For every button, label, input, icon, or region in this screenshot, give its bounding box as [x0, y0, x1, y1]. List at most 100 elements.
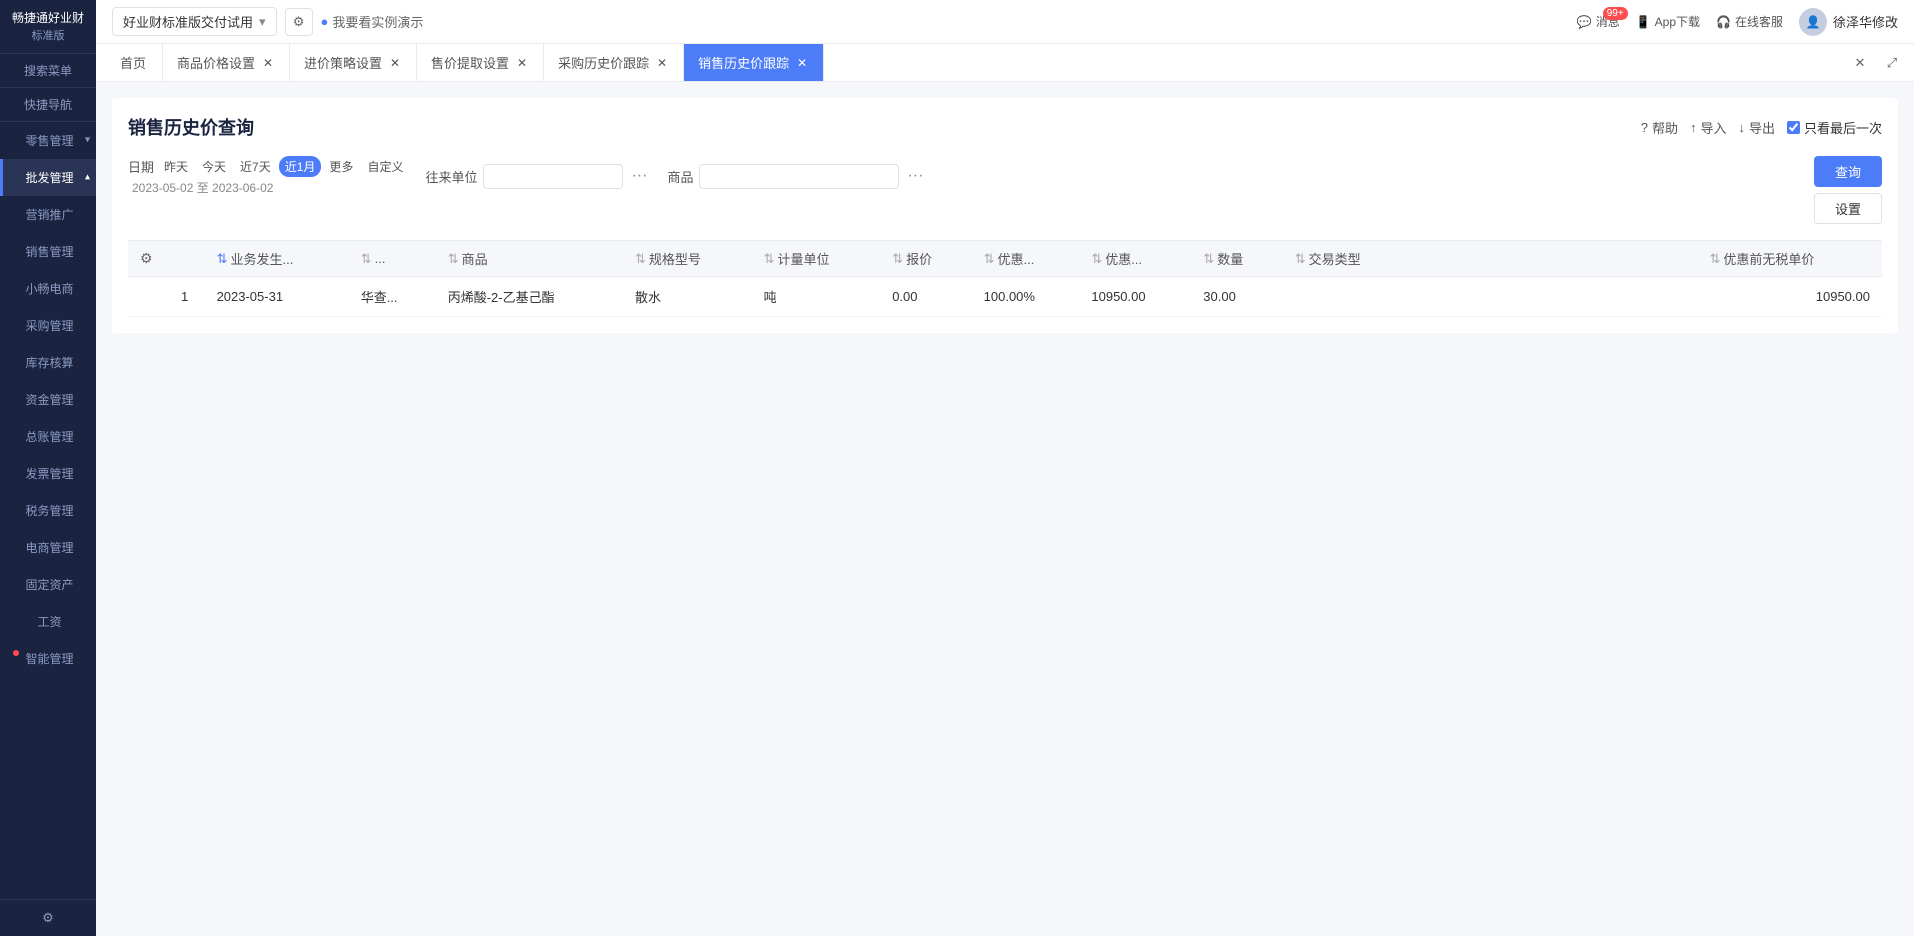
sidebar-item-purchase-label: 采购管理: [25, 317, 73, 334]
sidebar-item-retail[interactable]: 零售管理 ▾: [0, 122, 96, 159]
workspace-selector[interactable]: 好业财标准版交付试用 ▾: [112, 7, 277, 36]
sidebar-item-marketing[interactable]: 营销推广: [0, 196, 96, 233]
demo-link[interactable]: ● 我要看实例演示: [321, 12, 424, 31]
tab-product-price-label: 商品价格设置: [177, 53, 255, 72]
th-unit[interactable]: ⇅ 计量单位: [752, 241, 881, 277]
th-spec-sort: ⇅ 规格型号: [635, 249, 701, 268]
tab-home[interactable]: 首页: [104, 44, 163, 82]
date-btn-7days[interactable]: 近7天: [234, 156, 277, 177]
message-badge: 99+: [1603, 7, 1628, 20]
th-more-col-sort: ⇅ ...: [361, 251, 386, 267]
only-last-checkbox-wrap[interactable]: 只看最后一次: [1787, 118, 1882, 137]
tab-sale-history[interactable]: 销售历史价跟踪 ✕: [684, 44, 824, 82]
sort-icon: ⇅: [1203, 251, 1214, 267]
date-filter-top: 日期 昨天 今天 近7天 近1月 更多 自定义: [128, 156, 409, 177]
sidebar-item-wholesale[interactable]: 批发管理 ▴: [0, 159, 96, 196]
date-filter-label: 日期: [128, 157, 154, 176]
sidebar-item-invoice[interactable]: 发票管理: [0, 455, 96, 492]
date-btn-1month[interactable]: 近1月: [279, 156, 322, 177]
headset-icon: 🎧: [1716, 15, 1731, 29]
from-unit-more-button[interactable]: ···: [627, 165, 651, 187]
close-icon[interactable]: ✕: [261, 56, 275, 70]
chevron-up-icon: ▴: [85, 172, 90, 183]
th-biz-date[interactable]: ⇅ 业务发生...: [205, 241, 349, 277]
th-spec[interactable]: ⇅ 规格型号: [623, 241, 752, 277]
sidebar-item-fixed[interactable]: 固定资产: [0, 566, 96, 603]
th-settings[interactable]: ⚙: [128, 241, 165, 277]
sidebar-item-inventory-label: 库存核算: [25, 354, 73, 371]
sidebar-menu: 零售管理 ▾ 批发管理 ▴ 营销推广 销售管理 小畅电商 采购管理 库存核算 资…: [0, 122, 96, 899]
page-title: 销售历史价查询: [128, 114, 254, 140]
th-product[interactable]: ⇅ 商品: [436, 241, 623, 277]
from-unit-filter: 往来单位 ···: [425, 164, 651, 189]
th-qty[interactable]: ⇅ 数量: [1191, 241, 1282, 277]
only-last-label: 只看最后一次: [1804, 118, 1882, 137]
sidebar-item-ecommerce[interactable]: 电商管理: [0, 529, 96, 566]
th-discount-rate[interactable]: ⇅ 优惠...: [972, 241, 1080, 277]
from-unit-input[interactable]: [483, 164, 623, 189]
app-download-button[interactable]: 📱 App下载: [1636, 13, 1700, 30]
only-last-checkbox[interactable]: [1787, 121, 1800, 134]
top-header: 好业财标准版交付试用 ▾ ⚙ ● 我要看实例演示 💬 消息 99+ 📱 App下…: [96, 0, 1914, 44]
close-icon[interactable]: ✕: [388, 56, 402, 70]
product-more-button[interactable]: ···: [903, 165, 927, 187]
date-btn-more[interactable]: 更多: [323, 156, 359, 177]
app-download-label: App下载: [1655, 13, 1700, 30]
product-input[interactable]: [699, 164, 899, 189]
gear-icon: ⚙: [42, 910, 54, 925]
help-link[interactable]: ? 帮助: [1641, 118, 1678, 137]
th-trade-type[interactable]: ⇅ 交易类型: [1283, 241, 1412, 277]
td-biz-date: 2023-05-31: [205, 277, 349, 317]
tab-purchase-history[interactable]: 采购历史价跟踪 ✕: [544, 44, 684, 82]
sidebar-item-purchase[interactable]: 采购管理: [0, 307, 96, 344]
sidebar-item-smart[interactable]: 智能管理: [0, 640, 96, 677]
product-filter-label: 商品: [667, 167, 693, 186]
sidebar-settings[interactable]: ⚙: [0, 899, 96, 936]
tab-purchase-history-label: 采购历史价跟踪: [558, 53, 649, 72]
th-discount-price[interactable]: ⇅ 优惠...: [1079, 241, 1191, 277]
sidebar-item-tax[interactable]: 税务管理: [0, 492, 96, 529]
th-more-col[interactable]: ⇅ ...: [349, 241, 436, 277]
expand-tab-button[interactable]: ⤢: [1878, 49, 1906, 77]
sidebar-item-sales[interactable]: 销售管理: [0, 233, 96, 270]
sidebar-item-salary[interactable]: 工资: [0, 603, 96, 640]
sidebar-search[interactable]: 搜索菜单: [0, 54, 96, 88]
gear-col-icon[interactable]: ⚙: [140, 250, 153, 266]
close-tab-button[interactable]: ✕: [1846, 49, 1874, 77]
th-list-price[interactable]: ⇅ 报价: [880, 241, 971, 277]
date-btn-custom[interactable]: 自定义: [361, 156, 409, 177]
td-discount-price: 10950.00: [1079, 277, 1191, 317]
sidebar-item-smart-label: 智能管理: [25, 650, 73, 667]
online-service-button[interactable]: 🎧 在线客服: [1716, 13, 1783, 30]
close-icon[interactable]: ✕: [655, 56, 669, 70]
tab-purchase-strategy-label: 进价策略设置: [304, 53, 382, 72]
date-btn-yesterday[interactable]: 昨天: [158, 156, 194, 177]
sidebar-item-xiaochange[interactable]: 小畅电商: [0, 270, 96, 307]
date-btn-today[interactable]: 今天: [196, 156, 232, 177]
workspace-settings-button[interactable]: ⚙: [285, 8, 313, 36]
close-icon[interactable]: ✕: [795, 56, 809, 70]
user-menu[interactable]: 👤 徐泽华修改: [1799, 8, 1898, 36]
tab-sale-price[interactable]: 售价提取设置 ✕: [417, 44, 544, 82]
td-discount-rate: 100.00%: [972, 277, 1080, 317]
sidebar-quick-nav[interactable]: 快捷导航: [0, 88, 96, 122]
workspace-name: 好业财标准版交付试用: [123, 12, 253, 31]
th-list-price-sort: ⇅ 报价: [892, 249, 932, 268]
tab-product-price[interactable]: 商品价格设置 ✕: [163, 44, 290, 82]
th-pretax-price[interactable]: ⇅ 优惠前无税单价: [1697, 241, 1882, 277]
close-icon[interactable]: ✕: [515, 56, 529, 70]
sidebar-item-general[interactable]: 总账管理: [0, 418, 96, 455]
query-button[interactable]: 查询: [1814, 156, 1882, 187]
import-link[interactable]: ↑ 导入: [1690, 118, 1727, 137]
settings-button[interactable]: 设置: [1814, 193, 1882, 224]
sort-icon: ⇅: [1709, 251, 1720, 267]
th-product-sort: ⇅ 商品: [448, 249, 488, 268]
th-unit-sort: ⇅ 计量单位: [764, 249, 830, 268]
help-icon: ?: [1641, 120, 1648, 135]
message-button[interactable]: 💬 消息 99+: [1577, 13, 1620, 30]
username-label: 徐泽华修改: [1833, 12, 1898, 31]
export-link[interactable]: ↓ 导出: [1738, 118, 1775, 137]
tab-purchase-strategy[interactable]: 进价策略设置 ✕: [290, 44, 417, 82]
sidebar-item-inventory[interactable]: 库存核算: [0, 344, 96, 381]
sidebar-item-finance[interactable]: 资金管理: [0, 381, 96, 418]
